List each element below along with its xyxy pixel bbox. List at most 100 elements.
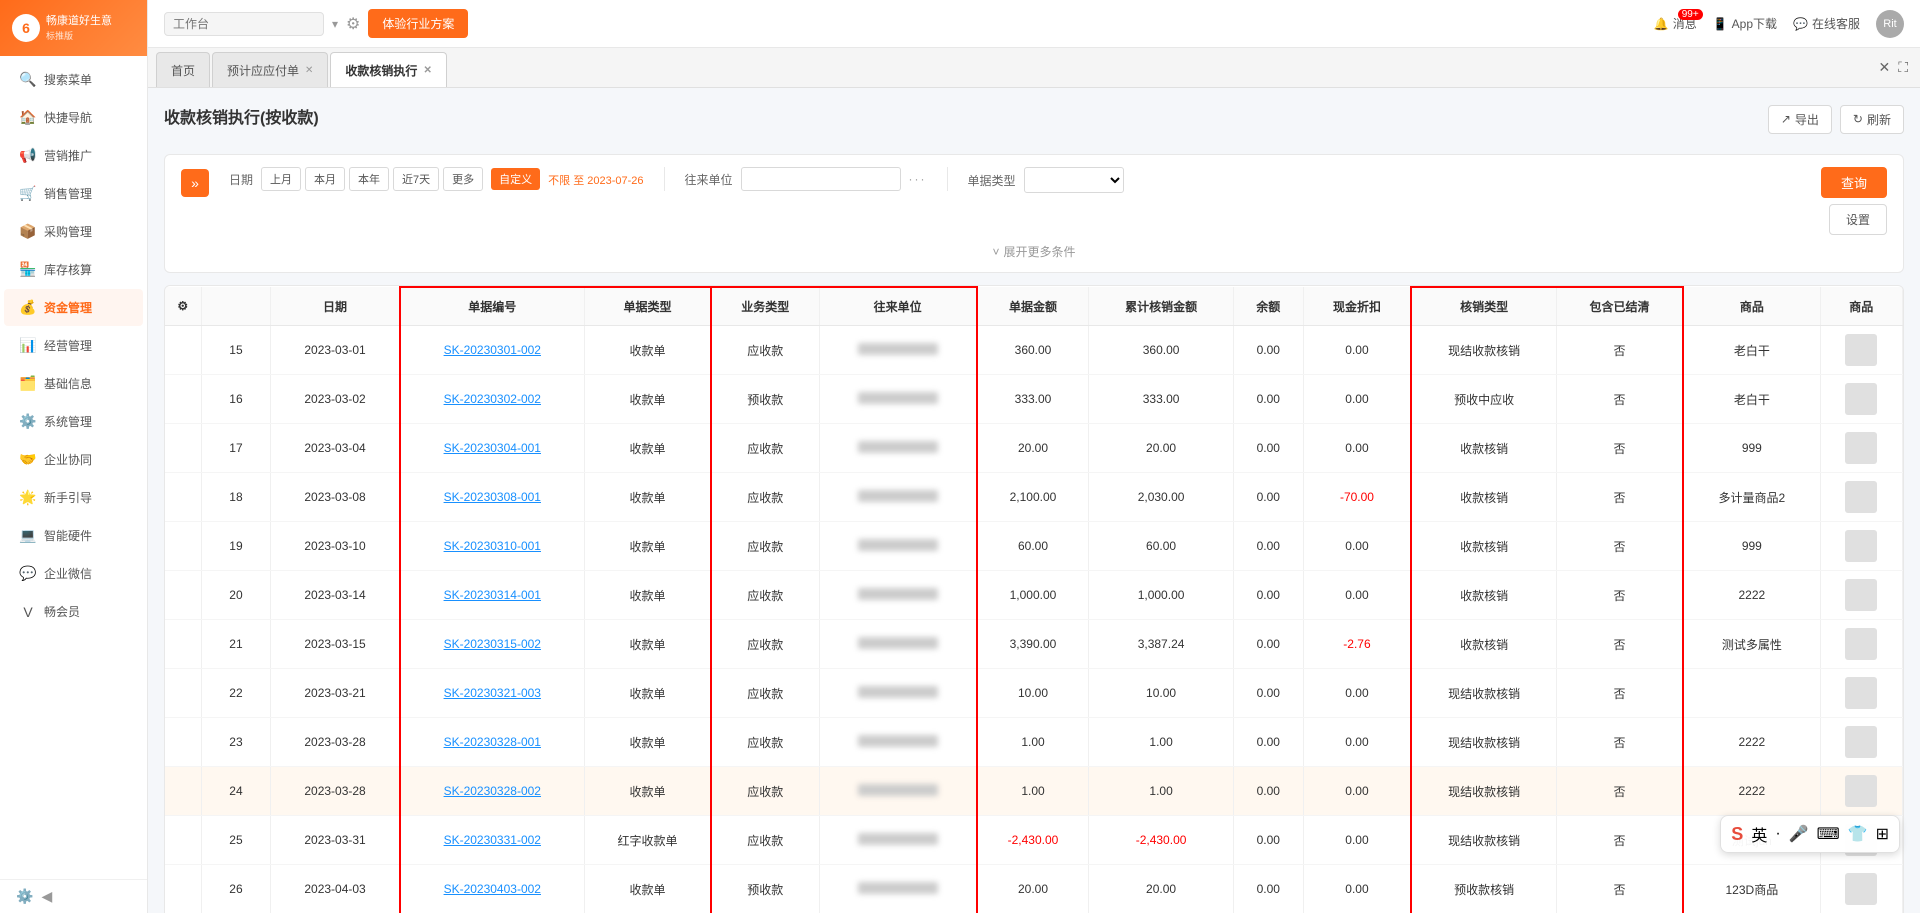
sidebar-item-marketing[interactable]: 📢营销推广 — [4, 137, 143, 174]
member-icon: V — [20, 604, 36, 620]
breadcrumb-dropdown-icon[interactable]: ▾ — [332, 17, 338, 31]
float-text-icon[interactable]: 英 — [1751, 822, 1767, 846]
sidebar-label-wechat: 企业微信 — [44, 565, 92, 582]
counterparty-input[interactable] — [741, 167, 901, 191]
float-keyboard-icon[interactable]: ⌨ — [1817, 824, 1840, 844]
sidebar-item-hardware[interactable]: 💻智能硬件 — [4, 517, 143, 554]
cell-verify-type: 收款核销 — [1411, 620, 1556, 669]
float-dot-icon[interactable]: · — [1775, 825, 1780, 843]
sidebar-item-sales[interactable]: 🛒销售管理 — [4, 175, 143, 212]
filter-expand-toggle[interactable]: » — [181, 169, 209, 197]
cell-include-settled: 否 — [1556, 767, 1683, 816]
sidebar-label-guide: 快捷导航 — [44, 109, 92, 126]
date-buttons: 上月本月本年近7天更多 — [261, 167, 483, 191]
filter-date-item: 日期 上月本月本年近7天更多 自定义 不限 至 2023-07-26 — [229, 167, 644, 191]
float-mic-icon[interactable]: 🎤 — [1789, 824, 1809, 844]
cell-bill-no[interactable]: SK-20230302-002 — [400, 375, 585, 424]
cell-balance: 0.00 — [1233, 718, 1303, 767]
date-btn-本月[interactable]: 本月 — [305, 167, 345, 191]
avatar[interactable]: Rit — [1876, 10, 1904, 38]
cell-bill-no[interactable]: SK-20230315-002 — [400, 620, 585, 669]
col-goods2: 商品 — [1820, 287, 1902, 326]
cell-goods — [1683, 669, 1820, 718]
cell-cash-discount: -70.00 — [1303, 473, 1411, 522]
cell-bill-no[interactable]: SK-20230403-002 — [400, 865, 585, 913]
sidebar-item-basic[interactable]: 🗂️基础信息 — [4, 365, 143, 402]
float-grid-icon[interactable]: ⊞ — [1876, 824, 1889, 844]
date-btn-近7天[interactable]: 近7天 — [393, 167, 439, 191]
cell-verify-type: 现结收款核销 — [1411, 767, 1556, 816]
cell-seq: 21 — [201, 620, 271, 669]
cell-bill-no[interactable]: SK-20230301-002 — [400, 326, 585, 375]
cell-bill-amount: 60.00 — [977, 522, 1089, 571]
col-verify-type: 核销类型 — [1411, 287, 1556, 326]
online-service-link[interactable]: 💬在线客服 — [1793, 15, 1860, 32]
cell-goods: 999 — [1683, 424, 1820, 473]
cell-settings — [165, 522, 201, 571]
date-custom-button[interactable]: 自定义 — [491, 168, 540, 190]
cell-goods-img — [1820, 522, 1902, 571]
collapse-icon[interactable]: ◀ — [41, 888, 52, 905]
col-settings[interactable]: ⚙ — [165, 287, 201, 326]
cell-bill-no[interactable]: SK-20230304-001 — [400, 424, 585, 473]
sidebar-item-enterprise[interactable]: 🤝企业协同 — [4, 441, 143, 478]
settings-icon[interactable]: ⚙️ — [16, 888, 33, 905]
cell-bill-no[interactable]: SK-20230331-002 — [400, 816, 585, 865]
tab-receivable[interactable]: 预计应应付单 ✕ — [212, 52, 328, 87]
cell-bill-amount: 20.00 — [977, 424, 1089, 473]
cell-bill-no[interactable]: SK-20230308-001 — [400, 473, 585, 522]
tab-label-verify: 收款核销执行 — [345, 62, 417, 79]
float-bar: S 英 · 🎤 ⌨ 👕 ⊞ — [1720, 815, 1900, 853]
date-btn-上月[interactable]: 上月 — [261, 167, 301, 191]
date-btn-更多[interactable]: 更多 — [443, 167, 483, 191]
settings-button[interactable]: 设置 — [1829, 204, 1887, 235]
query-button[interactable]: 查询 — [1821, 167, 1887, 198]
cell-bill-no[interactable]: SK-20230310-001 — [400, 522, 585, 571]
sidebar-item-system[interactable]: ⚙️系统管理 — [4, 403, 143, 440]
refresh-button[interactable]: ↻ 刷新 — [1840, 105, 1904, 134]
export-button[interactable]: ↗ 导出 — [1768, 105, 1832, 134]
app-download-link[interactable]: 📱App下载 — [1713, 15, 1777, 32]
cell-settings — [165, 571, 201, 620]
sidebar-item-purchase[interactable]: 📦采购管理 — [4, 213, 143, 250]
cell-bill-no[interactable]: SK-20230321-003 — [400, 669, 585, 718]
table-scroll[interactable]: ⚙ 日期 单据编号 单据类型 业务类型 往来单位 单据金额 累计核销金额 余额 … — [165, 286, 1903, 913]
cell-balance: 0.00 — [1233, 375, 1303, 424]
expand-more-conditions[interactable]: ˅ 展开更多条件 — [181, 243, 1887, 260]
sidebar-item-inventory[interactable]: 🏪库存核算 — [4, 251, 143, 288]
industry-solution-button[interactable]: 体验行业方案 — [368, 9, 468, 38]
sidebar-item-search[interactable]: 🔍搜索菜单 — [4, 61, 143, 98]
cell-verify-type: 现结收款核销 — [1411, 718, 1556, 767]
sidebar-item-finance[interactable]: 💰资金管理 — [4, 289, 143, 326]
breadcrumb-input[interactable] — [164, 12, 324, 36]
tab-verify[interactable]: 收款核销执行 ✕ — [330, 52, 446, 87]
tab-home[interactable]: 首页 — [156, 52, 210, 87]
cell-bill-type: 收款单 — [584, 473, 711, 522]
cell-bill-no[interactable]: SK-20230328-001 — [400, 718, 585, 767]
tab-close-receivable[interactable]: ✕ — [305, 65, 313, 76]
gear-icon[interactable]: ⚙ — [346, 14, 360, 34]
cell-date: 2023-03-10 — [271, 522, 400, 571]
tab-close-verify[interactable]: ✕ — [423, 65, 431, 76]
sidebar-item-operation[interactable]: 📊经营管理 — [4, 327, 143, 364]
voucher-type-select[interactable] — [1024, 167, 1124, 193]
cell-bill-no[interactable]: SK-20230328-002 — [400, 767, 585, 816]
tab-label-receivable: 预计应应付单 — [227, 62, 299, 79]
cell-goods: 123D商品 — [1683, 865, 1820, 913]
close-all-icon[interactable]: ✕ — [1878, 59, 1890, 76]
sidebar-item-member[interactable]: V畅会员 — [4, 593, 143, 630]
cell-bill-no[interactable]: SK-20230314-001 — [400, 571, 585, 620]
sidebar-item-guide[interactable]: 🏠快捷导航 — [4, 99, 143, 136]
float-shirt-icon[interactable]: 👕 — [1848, 824, 1868, 844]
notifications-icon[interactable]: 🔔 消息 99+ — [1654, 15, 1697, 32]
sidebar-item-newbie[interactable]: 🌟新手引导 — [4, 479, 143, 516]
col-verified-amount: 累计核销金额 — [1089, 287, 1233, 326]
cell-bill-type: 收款单 — [584, 571, 711, 620]
action-bar: ↗ 导出 ↻ 刷新 — [1768, 105, 1904, 134]
fullscreen-icon[interactable]: ⛶ — [1898, 59, 1908, 76]
cell-counterparty — [819, 522, 977, 571]
sidebar-item-wechat[interactable]: 💬企业微信 — [4, 555, 143, 592]
date-btn-本年[interactable]: 本年 — [349, 167, 389, 191]
cell-verify-type: 现结收款核销 — [1411, 816, 1556, 865]
float-s-icon[interactable]: S — [1731, 824, 1743, 845]
